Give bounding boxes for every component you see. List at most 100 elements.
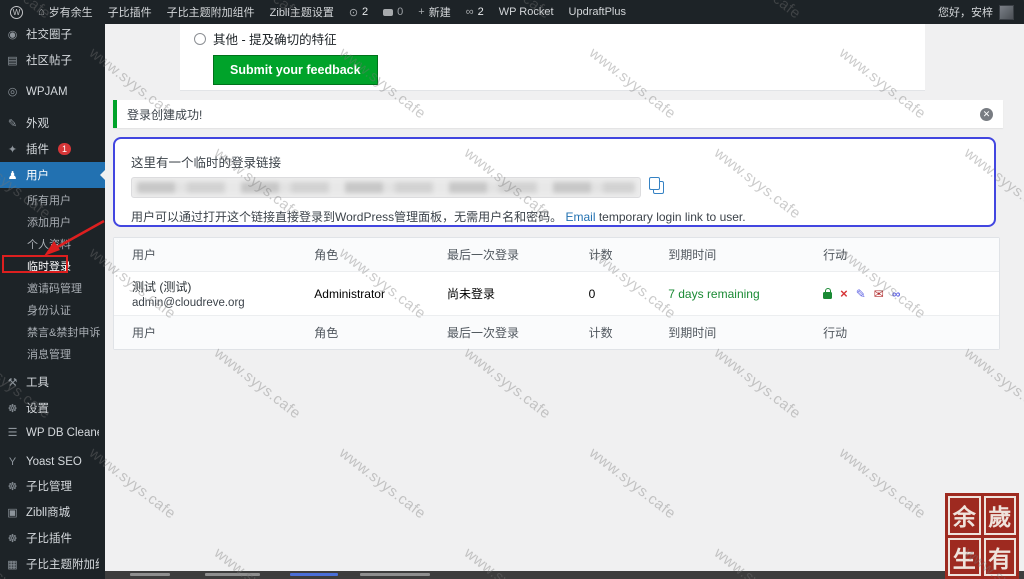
site-name-menu[interactable]: ⌂ 岁有余生 bbox=[38, 4, 93, 20]
sidebar-item-wp-db-cleaner[interactable]: ☰ WP DB Cleaner bbox=[0, 421, 105, 444]
adminbar-updraftplus[interactable]: UpdraftPlus bbox=[569, 6, 626, 18]
submenu-add-user[interactable]: 添加用户 bbox=[0, 211, 105, 233]
sidebar-item-label: 子比管理 bbox=[26, 481, 72, 493]
yoast-icon: Y bbox=[8, 456, 17, 468]
adminbar-new[interactable]: + 新建 bbox=[418, 4, 450, 20]
sidebar-item-appearance[interactable]: ✎ 外观 bbox=[0, 110, 105, 136]
col-expires: 到期时间 bbox=[658, 315, 814, 349]
radio-other-label: 其他 - 提及确切的特征 bbox=[213, 33, 337, 47]
temporary-login-link-field[interactable] bbox=[131, 177, 641, 198]
wp-logo-menu[interactable]: W bbox=[10, 5, 23, 19]
appearance-icon: ✎ bbox=[7, 117, 18, 130]
sidebar-item-tools[interactable]: ⚒ 工具 bbox=[0, 369, 105, 395]
bottom-clipped-strip bbox=[105, 571, 1024, 579]
table-header-row: 用户 角色 最后一次登录 计数 到期时间 行动 bbox=[114, 238, 999, 272]
col-role: 角色 bbox=[304, 238, 438, 272]
sidebar-item-yoast-seo[interactable]: Y Yoast SEO bbox=[0, 451, 105, 473]
gear-icon: ☸ bbox=[7, 480, 18, 493]
submenu-identity-verify[interactable]: 身份认证 bbox=[0, 299, 105, 321]
adminbar-views[interactable]: ⊙ 2 bbox=[349, 6, 368, 19]
sidebar-item-plugins[interactable]: ✦ 插件 1 bbox=[0, 136, 105, 162]
wpjam-icon: ◎ bbox=[7, 86, 18, 98]
user-email[interactable]: admin@cloudreve.org bbox=[132, 297, 296, 309]
col-last-login: 最后一次登录 bbox=[437, 315, 579, 349]
link-panel-description: 用户可以通过打开这个链接直接登录到WordPress管理面板，无需用户名和密码。 bbox=[131, 210, 563, 224]
adminbar-links[interactable]: ∞ 2 bbox=[466, 6, 484, 18]
radio-other-option[interactable] bbox=[194, 32, 206, 45]
wordpress-logo-icon: W bbox=[10, 5, 23, 19]
table-row: 测试 (测试) admin@cloudreve.org Administrato… bbox=[114, 272, 999, 316]
copy-link-icon[interactable] bbox=[649, 177, 664, 194]
views-count: 2 bbox=[362, 6, 369, 18]
adminbar-account[interactable]: 您好，安梓 bbox=[938, 4, 993, 20]
submenu-all-users[interactable]: 所有用户 bbox=[0, 189, 105, 211]
sidebar-item-zibll-shop[interactable]: ▣ Zibll商城 bbox=[0, 499, 105, 525]
submenu-temporary-login[interactable]: 临时登录 bbox=[0, 219, 105, 277]
sidebar-item-label: 用户 bbox=[26, 170, 49, 182]
sidebar-item-label: 子比插件 bbox=[26, 533, 72, 545]
adminbar-wp-rocket[interactable]: WP Rocket bbox=[499, 6, 554, 18]
link-icon: ∞ bbox=[465, 6, 474, 18]
col-count: 计数 bbox=[578, 238, 659, 272]
temporary-logins-table: 用户 角色 最后一次登录 计数 到期时间 行动 测试 (测试) admin@cl… bbox=[114, 238, 999, 349]
adminbar-zibi-plugin[interactable]: 子比插件 bbox=[108, 4, 152, 20]
users-icon: ♟ bbox=[7, 169, 18, 182]
cart-icon: ▣ bbox=[7, 506, 18, 519]
seal-char: 有 bbox=[983, 537, 1016, 576]
temporary-logins-table-card: 用户 角色 最后一次登录 计数 到期时间 行动 测试 (测试) admin@cl… bbox=[113, 237, 1000, 350]
gear-icon: ☸ bbox=[7, 402, 18, 415]
adminbar-zibi-addon[interactable]: 子比主题附加组件 bbox=[167, 4, 255, 20]
copy-login-link-icon[interactable]: ∞ bbox=[892, 288, 901, 300]
temporary-login-link-panel: 这里有一个临时的登录链接 用户可以通过打开这个链接直接登录到WordPress管… bbox=[113, 137, 996, 227]
adminbar-zibll-settings[interactable]: Zibll主题设置 bbox=[270, 4, 334, 20]
new-label: 新建 bbox=[428, 7, 451, 19]
disable-login-lock-icon[interactable] bbox=[823, 288, 833, 299]
user-last-login: 尚未登录 bbox=[447, 287, 496, 301]
sidebar-item-circle[interactable]: ◉ 社交圈子 bbox=[0, 21, 105, 47]
comments-count: 0 bbox=[397, 6, 404, 18]
col-actions: 行动 bbox=[813, 238, 999, 272]
main-content: 其他 - 提及确切的特征 Submit your feedback 登录创建成功… bbox=[105, 24, 1024, 579]
sidebar-item-label: 工具 bbox=[26, 377, 49, 389]
sidebar-item-wpjam[interactable]: ◎ WPJAM bbox=[0, 80, 105, 103]
submenu-profile[interactable]: 个人资料 bbox=[0, 233, 105, 255]
user-display-name: 测试 (测试) bbox=[132, 280, 192, 294]
database-icon: ☰ bbox=[7, 427, 18, 439]
sidebar-item-settings[interactable]: ☸ 设置 bbox=[0, 395, 105, 421]
col-last-login: 最后一次登录 bbox=[437, 238, 579, 272]
notice-message: 登录创建成功! bbox=[127, 107, 203, 122]
sidebar-item-label: 子比主题附加组件 bbox=[26, 559, 99, 571]
plus-icon: + bbox=[418, 6, 425, 18]
seal-char: 生 bbox=[948, 537, 981, 576]
sidebar-item-label: WPJAM bbox=[26, 85, 68, 98]
user-expires: 7 days remaining bbox=[668, 286, 760, 301]
sidebar-item-community-posts[interactable]: ▤ 社区帖子 bbox=[0, 47, 105, 73]
email-envelope-icon[interactable]: ✉ bbox=[874, 288, 884, 300]
sidebar-item-zibi-admin[interactable]: ☸ 子比管理 bbox=[0, 473, 105, 499]
plugin-icon: ✦ bbox=[7, 143, 18, 156]
feedback-form-card: 其他 - 提及确切的特征 Submit your feedback bbox=[180, 24, 925, 91]
col-expires: 到期时间 bbox=[658, 238, 814, 272]
email-link[interactable]: Email bbox=[565, 210, 595, 224]
delete-x-icon[interactable]: × bbox=[840, 287, 848, 300]
sidebar-item-zibi-plugin[interactable]: ☸ 子比插件 bbox=[0, 525, 105, 551]
admin-sidebar: ◉ 社交圈子 ▤ 社区帖子 ◎ WPJAM ✎ 外观 ✦ 插件 1 ♟ 用户 所有用户 添加用… bbox=[0, 24, 105, 579]
col-user: 用户 bbox=[114, 238, 305, 272]
avatar[interactable] bbox=[999, 4, 1014, 20]
submenu-invite-codes[interactable]: 邀请码管理 bbox=[0, 277, 105, 299]
submit-feedback-button[interactable]: Submit your feedback bbox=[213, 55, 378, 85]
edit-pencil-icon[interactable]: ✎ bbox=[856, 288, 866, 300]
submenu-messages[interactable]: 消息管理 bbox=[0, 343, 105, 365]
strip-fragment bbox=[205, 573, 260, 576]
wordpress-admin-screen: W ⌂ 岁有余生 子比插件 子比主题附加组件 Zibll主题设置 ⊙ 2 0 + 新建… bbox=[0, 0, 1024, 579]
strip-link-fragment bbox=[290, 573, 338, 576]
success-notice: 登录创建成功! ✕ bbox=[113, 100, 1003, 128]
sidebar-item-users[interactable]: ♟ 用户 bbox=[0, 162, 105, 188]
wrench-icon: ⚒ bbox=[7, 376, 18, 389]
adminbar-comments[interactable]: 0 bbox=[383, 6, 403, 18]
sidebar-item-zibi-addon[interactable]: ▦ 子比主题附加组件 bbox=[0, 551, 105, 577]
link-panel-heading: 这里有一个临时的登录链接 bbox=[131, 156, 282, 170]
eye-icon: ⊙ bbox=[348, 6, 359, 19]
submenu-ban-appeal[interactable]: 禁言&禁封申诉 bbox=[0, 321, 105, 343]
dismiss-notice-icon[interactable]: ✕ bbox=[980, 107, 993, 121]
